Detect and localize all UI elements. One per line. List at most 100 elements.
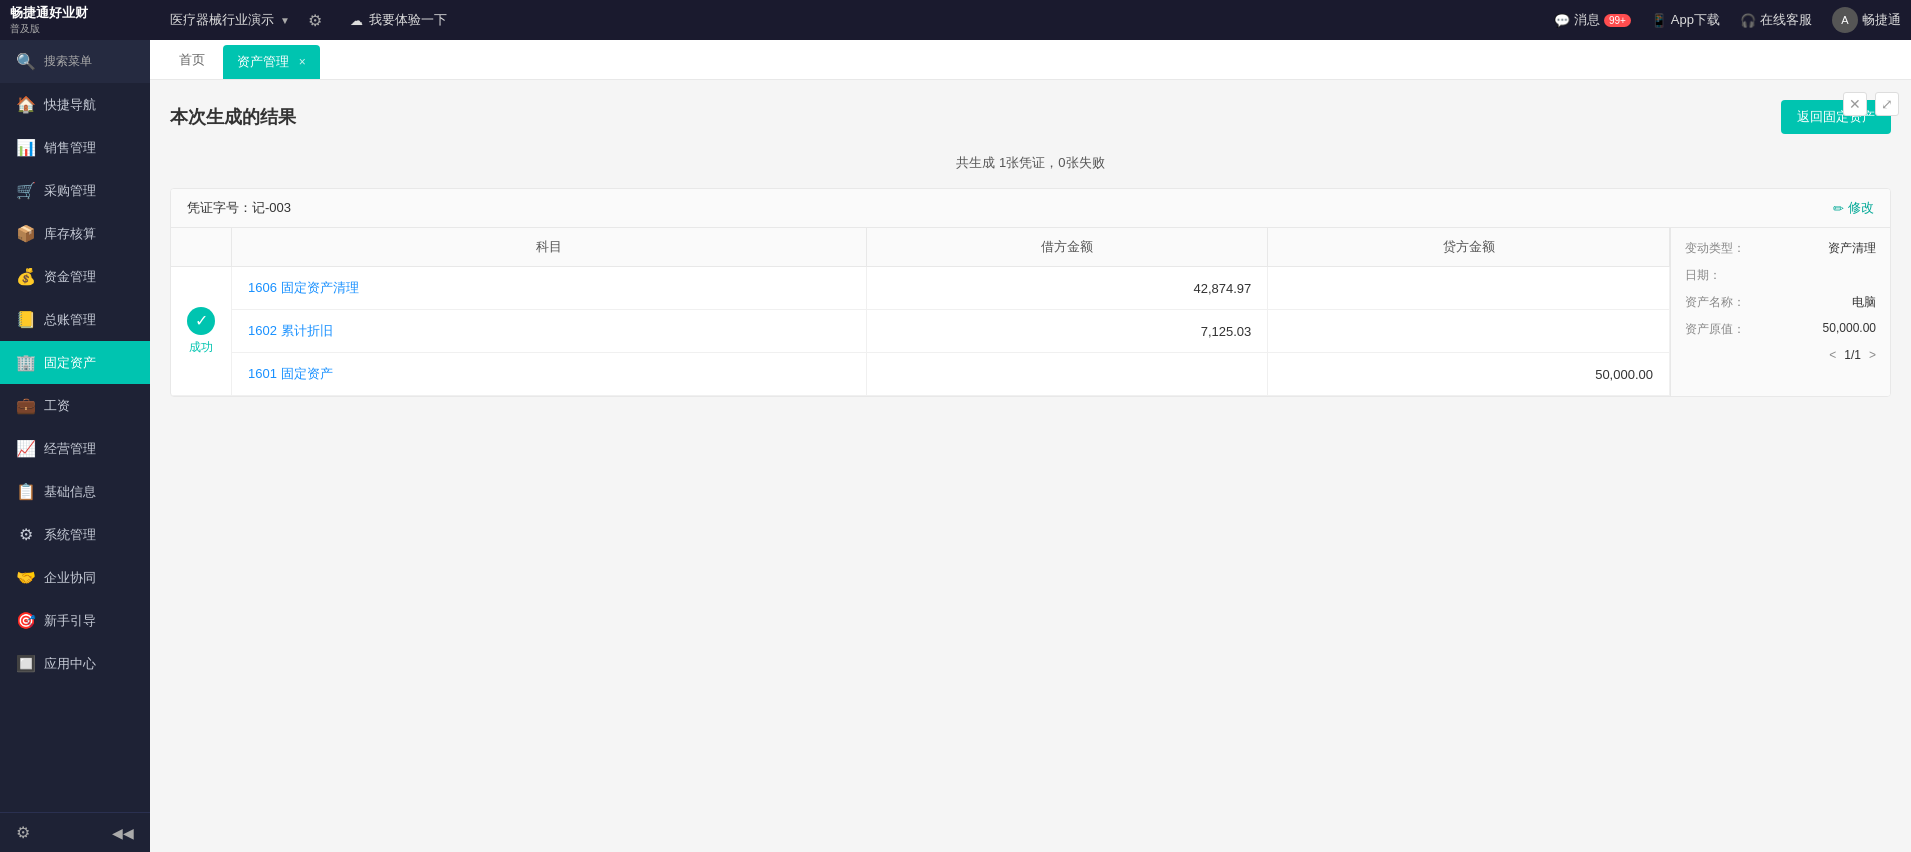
right-actions: 💬 消息 99+ 📱 App下载 🎧 在线客服 A 畅捷通 <box>1554 7 1901 33</box>
ledger-icon: 📒 <box>16 310 36 329</box>
sidebar-search-label: 搜索菜单 <box>44 53 92 70</box>
messages-badge: 99+ <box>1604 14 1631 27</box>
app-download-label: App下载 <box>1671 11 1720 29</box>
company-name: 医疗器械行业演示 <box>170 11 274 29</box>
debit-cell-1: 42,874.97 <box>866 267 1268 310</box>
messages-action[interactable]: 💬 消息 99+ <box>1554 11 1631 29</box>
sidebar-item-fixed-assets[interactable]: 🏢 固定资产 <box>0 341 150 384</box>
voucher-body: 科目 借方金额 贷方金额 ✓ 成 <box>171 228 1890 396</box>
sidebar-item-basic-info[interactable]: 📋 基础信息 <box>0 470 150 513</box>
sidebar-item-ledger[interactable]: 📒 总账管理 <box>0 298 150 341</box>
prev-page-button[interactable]: < <box>1829 348 1836 362</box>
system-icon: ⚙ <box>16 525 36 544</box>
success-circle-icon: ✓ <box>187 307 215 335</box>
sidebar-item-enterprise[interactable]: 🤝 企业协同 <box>0 556 150 599</box>
tab-home[interactable]: 首页 <box>165 43 219 79</box>
capital-icon: 💰 <box>16 267 36 286</box>
app-download-action[interactable]: 📱 App下载 <box>1651 11 1720 29</box>
page-title-bar: 本次生成的结果 返回固定资产 <box>170 100 1891 134</box>
messages-label: 消息 <box>1574 11 1600 29</box>
guide-icon: 🎯 <box>16 611 36 630</box>
next-page-button[interactable]: > <box>1869 348 1876 362</box>
download-icon: 📱 <box>1651 13 1667 28</box>
page-content: ✕ ⤢ 本次生成的结果 返回固定资产 共生成 1张凭证，0张失败 凭证字号：记-… <box>150 80 1911 852</box>
sidebar: 🔍 搜索菜单 🏠 快捷导航 📊 销售管理 🛒 采购管理 📦 库存核算 💰 资金管… <box>0 40 150 852</box>
username-label: 畅捷通 <box>1862 11 1901 29</box>
sidebar-label: 新手引导 <box>44 612 96 630</box>
table-row: 1602 累计折旧 7,125.03 <box>171 310 1670 353</box>
sidebar-item-operations[interactable]: 📈 经营管理 <box>0 427 150 470</box>
sidebar-item-salary[interactable]: 💼 工资 <box>0 384 150 427</box>
message-icon: 💬 <box>1554 13 1570 28</box>
window-controls: ✕ ⤢ <box>1843 92 1899 116</box>
edit-icon: ✏ <box>1833 201 1844 216</box>
online-service-action[interactable]: 🎧 在线客服 <box>1740 11 1812 29</box>
subject-cell-1: 1606 固定资产清理 <box>232 267 867 310</box>
sidebar-label: 基础信息 <box>44 483 96 501</box>
sidebar-label: 库存核算 <box>44 225 96 243</box>
enterprise-icon: 🤝 <box>16 568 36 587</box>
success-indicator: ✓ 成功 <box>187 307 215 356</box>
basic-info-icon: 📋 <box>16 482 36 501</box>
top-header: 畅捷通好业财 普及版 医疗器械行业演示 ▼ ⚙ ☁ 我要体验一下 💬 消息 99… <box>0 0 1911 40</box>
main-layout: 🔍 搜索菜单 🏠 快捷导航 📊 销售管理 🛒 采购管理 📦 库存核算 💰 资金管… <box>0 40 1911 852</box>
app-title: 畅捷通好业财 <box>10 4 88 22</box>
collapse-button[interactable]: ◀◀ <box>112 825 134 841</box>
avatar: A <box>1832 7 1858 33</box>
sidebar-item-guide[interactable]: 🎯 新手引导 <box>0 599 150 642</box>
sidebar-item-quick-nav[interactable]: 🏠 快捷导航 <box>0 83 150 126</box>
sidebar-label: 企业协同 <box>44 569 96 587</box>
sidebar-item-capital[interactable]: 💰 资金管理 <box>0 255 150 298</box>
pagination-row: < 1/1 > <box>1685 348 1876 362</box>
voucher-number: 凭证字号：记-003 <box>187 199 291 217</box>
expand-button[interactable]: ⤢ <box>1875 92 1899 116</box>
company-selector[interactable]: 医疗器械行业演示 ▼ <box>160 11 300 29</box>
asset-name-value: 电脑 <box>1852 294 1876 311</box>
sidebar-label: 资金管理 <box>44 268 96 286</box>
sales-icon: 📊 <box>16 138 36 157</box>
date-row: 日期： <box>1685 267 1876 284</box>
sidebar-item-inventory[interactable]: 📦 库存核算 <box>0 212 150 255</box>
user-action[interactable]: A 畅捷通 <box>1832 7 1901 33</box>
success-label: 成功 <box>189 339 213 356</box>
tab-asset-mgmt[interactable]: 资产管理 × <box>223 45 320 79</box>
tab-bar: 首页 资产管理 × <box>150 40 1911 80</box>
asset-name-row: 资产名称： 电脑 <box>1685 294 1876 311</box>
sidebar-item-search[interactable]: 🔍 搜索菜单 <box>0 40 150 83</box>
tab-close-icon[interactable]: × <box>299 55 306 69</box>
sidebar-item-app-center[interactable]: 🔲 应用中心 <box>0 642 150 685</box>
sidebar-label: 应用中心 <box>44 655 96 673</box>
sidebar-item-system[interactable]: ⚙ 系统管理 <box>0 513 150 556</box>
bottom-settings-icon[interactable]: ⚙ <box>16 823 30 842</box>
feedback-link[interactable]: ☁ 我要体验一下 <box>350 11 447 29</box>
asset-value-label: 资产原值： <box>1685 321 1745 338</box>
search-icon: 🔍 <box>16 52 36 71</box>
sidebar-label: 系统管理 <box>44 526 96 544</box>
date-label: 日期： <box>1685 267 1721 284</box>
avatar-text: A <box>1841 14 1848 26</box>
debit-cell-2: 7,125.03 <box>866 310 1268 353</box>
subject-cell-2: 1602 累计折旧 <box>232 310 867 353</box>
settings-icon[interactable]: ⚙ <box>300 5 330 35</box>
page-title: 本次生成的结果 <box>170 105 296 129</box>
sidebar-label: 经营管理 <box>44 440 96 458</box>
voucher-table: 科目 借方金额 贷方金额 ✓ 成 <box>171 228 1670 396</box>
sidebar-item-sales[interactable]: 📊 销售管理 <box>0 126 150 169</box>
side-panel: 变动类型： 资产清理 日期： 资产名称： 电脑 资产原值： <box>1670 228 1890 396</box>
close-button[interactable]: ✕ <box>1843 92 1867 116</box>
feedback-text: 我要体验一下 <box>369 11 447 29</box>
sidebar-item-purchase[interactable]: 🛒 采购管理 <box>0 169 150 212</box>
pagination-info: 1/1 <box>1844 348 1861 362</box>
credit-header: 贷方金额 <box>1268 228 1670 267</box>
logo-area: 畅捷通好业财 普及版 <box>10 4 160 36</box>
feedback-icon: ☁ <box>350 13 363 28</box>
sidebar-label: 采购管理 <box>44 182 96 200</box>
credit-cell-2 <box>1268 310 1670 353</box>
sidebar-label: 工资 <box>44 397 70 415</box>
sidebar-label: 总账管理 <box>44 311 96 329</box>
asset-value-value: 50,000.00 <box>1823 321 1876 338</box>
app-subtitle: 普及版 <box>10 22 40 36</box>
purchase-icon: 🛒 <box>16 181 36 200</box>
voucher-header: 凭证字号：记-003 ✏ 修改 <box>171 189 1890 228</box>
edit-button[interactable]: ✏ 修改 <box>1833 199 1874 217</box>
